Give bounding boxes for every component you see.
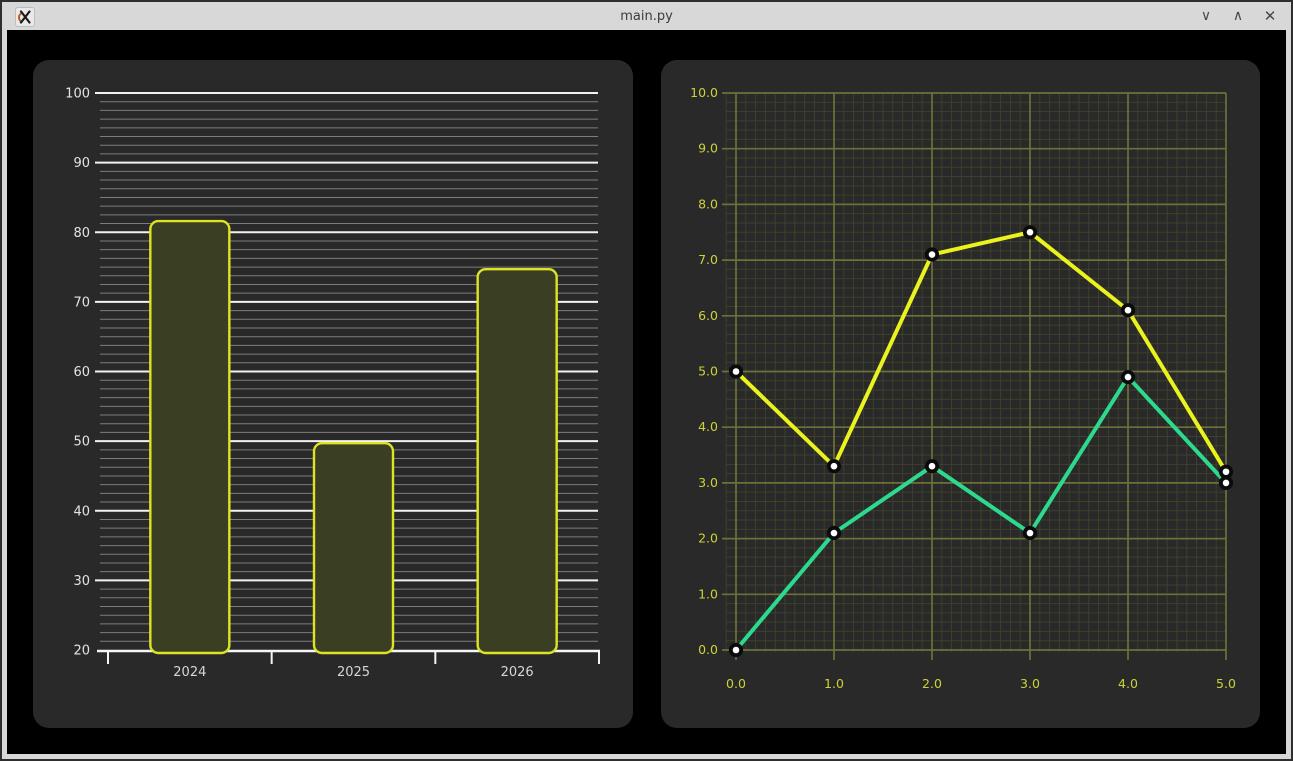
y-tick-label: 6.0 xyxy=(698,308,718,323)
green-series-point xyxy=(924,459,940,474)
content-area: 100 90 80 70 60 50 40 30 20 2024 2025 2026 0.0 1.0 2.… xyxy=(7,30,1286,754)
y-tick-label: 80 xyxy=(73,226,90,241)
minimize-button[interactable]: ∨ xyxy=(1195,5,1217,27)
close-button[interactable]: ✕ xyxy=(1259,5,1281,27)
y-tick-label: 70 xyxy=(73,295,90,310)
y-tick-label: 0.0 xyxy=(698,642,718,657)
yellow-series-point xyxy=(1120,303,1136,318)
y-tick-label: 60 xyxy=(73,365,90,380)
green-series-point xyxy=(826,525,842,541)
y-tick-label: 30 xyxy=(73,574,90,589)
green-series-point xyxy=(728,642,744,658)
green-series-point xyxy=(1218,475,1234,490)
bar-chart-panel: 100 90 80 70 60 50 40 30 20 2024 2025 2026 xyxy=(33,60,633,728)
green-series-point xyxy=(1022,525,1038,541)
x-tick-label: 2024 xyxy=(173,665,206,680)
x-tick-label: 0.0 xyxy=(726,676,746,691)
app-window: main.py ∨ ∧ ✕ 100 90 80 70 60 50 40 30 20 2024 202… xyxy=(2,2,1291,759)
y-tick-label: 8.0 xyxy=(698,196,718,211)
y-tick-label: 7.0 xyxy=(698,252,718,267)
yellow-series-point xyxy=(826,459,842,474)
titlebar[interactable]: main.py ∨ ∧ ✕ xyxy=(2,2,1291,30)
x-tick-label: 2026 xyxy=(501,665,534,680)
bar-chart: 100 90 80 70 60 50 40 30 20 2024 2025 2026 xyxy=(65,87,600,680)
line-chart-panel: 0.0 1.0 2.0 3.0 4.0 5.0 6.0 7.0 8.0 9.0 10.0 0.0 1.0… xyxy=(661,60,1260,728)
bar-2026 xyxy=(476,267,558,655)
y-tick-label: 90 xyxy=(73,156,90,171)
line-chart: 0.0 1.0 2.0 3.0 4.0 5.0 6.0 7.0 8.0 9.0 10.0 0.0 1.0… xyxy=(690,85,1236,691)
x11-logo-icon xyxy=(15,7,35,27)
yellow-series-point xyxy=(728,364,744,379)
y-tick-label: 100 xyxy=(65,87,90,102)
y-tick-label: 2.0 xyxy=(698,531,718,546)
green-series-point xyxy=(1120,369,1136,385)
maximize-button[interactable]: ∧ xyxy=(1227,5,1249,27)
yellow-series-point xyxy=(1218,464,1234,479)
x-tick-label: 4.0 xyxy=(1118,676,1138,691)
bar-2025 xyxy=(312,442,395,655)
window-controls: ∨ ∧ ✕ xyxy=(1195,2,1281,30)
x-tick-label: 2.0 xyxy=(922,676,942,691)
y-tick-label: 20 xyxy=(73,644,90,659)
window-title: main.py xyxy=(620,8,673,24)
bar-2024 xyxy=(149,219,231,655)
y-tick-label: 3.0 xyxy=(698,475,718,490)
y-tick-label: 5.0 xyxy=(698,364,718,379)
y-tick-label: 1.0 xyxy=(698,586,718,601)
x-tick-label: 1.0 xyxy=(824,676,844,691)
y-tick-label: 9.0 xyxy=(698,141,718,156)
x-tick-label: 5.0 xyxy=(1216,676,1236,691)
y-tick-label: 40 xyxy=(73,504,90,519)
yellow-series-point xyxy=(1022,225,1038,240)
y-tick-label: 4.0 xyxy=(698,419,718,434)
x-tick-label: 2025 xyxy=(337,665,370,680)
y-tick-label: 50 xyxy=(73,435,90,450)
x-tick-label: 3.0 xyxy=(1020,676,1040,691)
y-tick-label: 10.0 xyxy=(690,85,718,100)
yellow-series-point xyxy=(924,247,940,262)
